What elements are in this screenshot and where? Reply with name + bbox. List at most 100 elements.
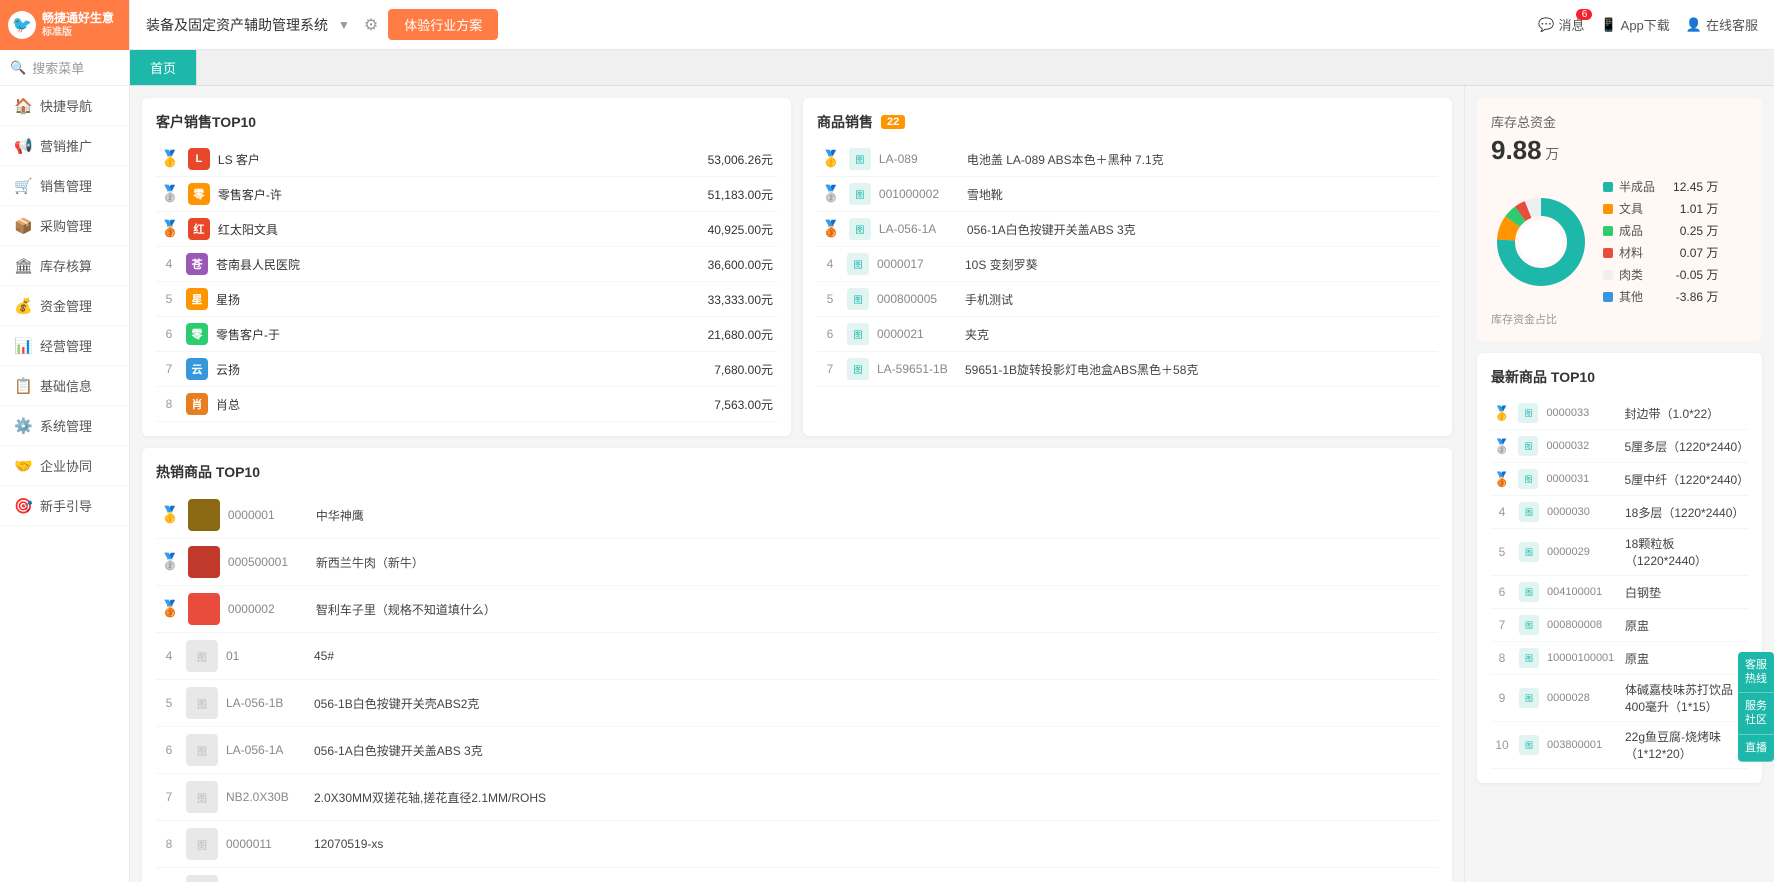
sidebar-item-system[interactable]: ⚙️ 系统管理	[0, 406, 129, 446]
sidebar: 🐦 畅捷通好生意 标准版 🔍 搜索菜单 🏠 快捷导航 📢 营销推广 🛒 销售管理…	[0, 0, 130, 882]
sidebar-item-sales[interactable]: 🛒 销售管理	[0, 166, 129, 206]
legend-item: 半成品 12.45 万	[1603, 178, 1718, 195]
top-row: 客户销售TOP10 🥇 L LS 客户 53,006.26元 🥈 零 零售客户-…	[142, 98, 1452, 436]
sidebar-item-operations[interactable]: 📊 经营管理	[0, 326, 129, 366]
content-area: 客户销售TOP10 🥇 L LS 客户 53,006.26元 🥈 零 零售客户-…	[130, 86, 1774, 882]
sidebar-nav: 🏠 快捷导航 📢 营销推广 🛒 销售管理 📦 采购管理 🏛 库存核算 💰 资金管…	[0, 86, 129, 882]
logo-text: 畅捷通好生意 标准版	[42, 11, 114, 40]
legend-item: 肉类 -0.05 万	[1603, 266, 1718, 283]
main-area: 装备及固定资产辅助管理系统 ▼ ⚙ 体验行业方案 💬 消息 6 📱 App下载 …	[130, 0, 1774, 882]
purchase-icon: 📦	[14, 217, 32, 235]
latest-products-list: 🥇 图 0000033 封边带（1.0*22） 🥈 图 0000032 5厘多层…	[1491, 397, 1748, 769]
hot-product-item: 🥉 0000002 智利车子里（规格不知道填什么）	[156, 586, 1438, 633]
latest-product-item: 5 图 0000029 18颗粒板（1220*2440）	[1491, 529, 1748, 576]
inventory-amount: 9.88 万	[1491, 135, 1748, 166]
sidebar-item-marketing[interactable]: 📢 营销推广	[0, 126, 129, 166]
sidebar-item-finance[interactable]: 💰 资金管理	[0, 286, 129, 326]
app-download-btn[interactable]: 📱 App下载	[1600, 15, 1669, 34]
operations-icon: 📊	[14, 337, 32, 355]
experience-btn[interactable]: 体验行业方案	[388, 9, 498, 40]
system-title-dropdown[interactable]: ▼	[338, 18, 350, 32]
hot-product-item: 5 图 LA-056-1B 056-1B白色按键开关壳ABS2克	[156, 680, 1438, 727]
product-right-item: 5 图 000800005 手机测试	[817, 282, 1438, 317]
search-icon: 🔍	[10, 60, 26, 76]
donut-chart-container: 半成品 12.45 万 文具 1.01 万 成品 0.25 万 材料 0.07 …	[1491, 178, 1748, 305]
product-right-item: 6 图 0000021 夹克	[817, 317, 1438, 352]
client-list-item: 6 零 零售客户-于 21,680.00元	[156, 317, 777, 352]
logo-icon: 🐦	[8, 11, 36, 39]
online-service-btn[interactable]: 👤 在线客服	[1686, 15, 1758, 34]
finance-icon: 💰	[14, 297, 32, 315]
search-menu[interactable]: 🔍 搜索菜单	[0, 50, 129, 86]
topbar: 装备及固定资产辅助管理系统 ▼ ⚙ 体验行业方案 💬 消息 6 📱 App下载 …	[130, 0, 1774, 50]
client-list-item: 🥇 L LS 客户 53,006.26元	[156, 142, 777, 177]
hot-product-item: 🥇 0000001 中华神鹰	[156, 492, 1438, 539]
latest-product-item: 🥉 图 0000031 5厘中纤（1220*2440）	[1491, 463, 1748, 496]
donut-chart	[1491, 192, 1591, 292]
latest-products-title: 最新商品 TOP10	[1491, 367, 1748, 387]
hot-product-item: 9 图 KK-SD22110H 花语萌恒温分罐罐袋（厚款）	[156, 868, 1438, 882]
product-right-item: 7 图 LA-59651-1B 59651-1B旋转投影灯电池盒ABS黑色＋58…	[817, 352, 1438, 387]
home-icon: 🏠	[14, 97, 32, 115]
latest-product-item: 9 图 0000028 体碱嘉枝味苏打饮品400毫升（1*15）	[1491, 675, 1748, 722]
service-icon: 👤	[1686, 17, 1702, 33]
product-sales-card: 商品销售 22 🥇 图 LA-089 电池盖 LA-089 ABS本色＋黑种 7…	[803, 98, 1452, 436]
sidebar-item-inventory[interactable]: 🏛 库存核算	[0, 246, 129, 286]
client-list-item: 🥈 零 零售客户-许 51,183.00元	[156, 177, 777, 212]
live-btn[interactable]: 直播	[1738, 735, 1774, 762]
inventory-icon: 🏛	[14, 257, 32, 275]
system-icon: ⚙️	[14, 417, 32, 435]
settings-icon[interactable]: ⚙	[364, 15, 378, 35]
product-right-item: 🥇 图 LA-089 电池盖 LA-089 ABS本色＋黑种 7.1克	[817, 142, 1438, 177]
latest-product-item: 8 图 10000100001 原盅	[1491, 642, 1748, 675]
sidebar-item-guide[interactable]: 🎯 新手引导	[0, 486, 129, 526]
sidebar-item-basics[interactable]: 📋 基础信息	[0, 366, 129, 406]
product-sales-title: 商品销售 22	[817, 112, 1438, 132]
sidebar-item-quick[interactable]: 🏠 快捷导航	[0, 86, 129, 126]
latest-product-item: 6 图 004100001 白钢垫	[1491, 576, 1748, 609]
basics-icon: 📋	[14, 377, 32, 395]
product-right-list: 🥇 图 LA-089 电池盖 LA-089 ABS本色＋黑种 7.1克 🥈 图 …	[817, 142, 1438, 387]
page-tabs: 首页	[130, 50, 1774, 86]
enterprise-icon: 🤝	[14, 457, 32, 475]
hot-product-item: 🥈 000500001 新西兰牛肉（新牛）	[156, 539, 1438, 586]
hot-product-item: 6 图 LA-056-1A 056-1A白色按键开关盖ABS 3克	[156, 727, 1438, 774]
guide-icon: 🎯	[14, 497, 32, 515]
message-icon: 💬	[1538, 17, 1554, 33]
latest-product-item: 10 图 003800001 22g鱼豆腐-烧烤味（1*12*20）	[1491, 722, 1748, 769]
service-community-btn[interactable]: 服务社区	[1738, 693, 1774, 735]
hot-products-list: 🥇 0000001 中华神鹰 🥈 000500001 新西兰牛肉（新牛） 🥉 0…	[156, 492, 1438, 882]
client-top10-card: 客户销售TOP10 🥇 L LS 客户 53,006.26元 🥈 零 零售客户-…	[142, 98, 791, 436]
latest-product-item: 🥈 图 0000032 5厘多层（1220*2440）	[1491, 430, 1748, 463]
hot-product-item: 8 图 0000011 12070519-xs	[156, 821, 1438, 868]
float-service: 客服热线 服务社区 直播	[1738, 652, 1774, 762]
messages-btn[interactable]: 💬 消息 6	[1538, 15, 1584, 34]
tab-home[interactable]: 首页	[130, 50, 197, 85]
latest-product-item: 7 图 000800008 原盅	[1491, 609, 1748, 642]
legend-item: 成品 0.25 万	[1603, 222, 1718, 239]
sales-icon: 🛒	[14, 177, 32, 195]
inventory-subtitle: 库存资金占比	[1491, 311, 1748, 327]
latest-products-card: 最新商品 TOP10 🥇 图 0000033 封边带（1.0*22） 🥈 图 0…	[1477, 353, 1762, 783]
product-right-item: 🥉 图 LA-056-1A 056-1A白色按键开关盖ABS 3克	[817, 212, 1438, 247]
client-list-item: 4 苍 苍南县人民医院 36,600.00元	[156, 247, 777, 282]
sidebar-item-enterprise[interactable]: 🤝 企业协同	[0, 446, 129, 486]
right-panel: 库存总资金 9.88 万	[1464, 86, 1774, 882]
product-right-item: 🥈 图 001000002 雪地靴	[817, 177, 1438, 212]
client-list: 🥇 L LS 客户 53,006.26元 🥈 零 零售客户-许 51,183.0…	[156, 142, 777, 422]
hot-products-card: 热销商品 TOP10 🥇 0000001 中华神鹰 🥈 000500001 新西…	[142, 448, 1452, 882]
marketing-icon: 📢	[14, 137, 32, 155]
client-list-item: 5 星 星扬 33,333.00元	[156, 282, 777, 317]
latest-product-item: 🥇 图 0000033 封边带（1.0*22）	[1491, 397, 1748, 430]
product-right-item: 4 图 0000017 10S 变刻罗葵	[817, 247, 1438, 282]
inventory-card: 库存总资金 9.88 万	[1477, 98, 1762, 341]
latest-product-item: 4 图 0000030 18多层（1220*2440）	[1491, 496, 1748, 529]
hot-product-item: 4 图 01 45#	[156, 633, 1438, 680]
sidebar-item-purchase[interactable]: 📦 采购管理	[0, 206, 129, 246]
legend-item: 文具 1.01 万	[1603, 200, 1718, 217]
main-content: 客户销售TOP10 🥇 L LS 客户 53,006.26元 🥈 零 零售客户-…	[130, 86, 1464, 882]
service-hotline-btn[interactable]: 客服热线	[1738, 652, 1774, 694]
topbar-right: 💬 消息 6 📱 App下载 👤 在线客服	[1538, 15, 1758, 34]
legend-item: 材料 0.07 万	[1603, 244, 1718, 261]
system-title: 装备及固定资产辅助管理系统	[146, 15, 328, 35]
